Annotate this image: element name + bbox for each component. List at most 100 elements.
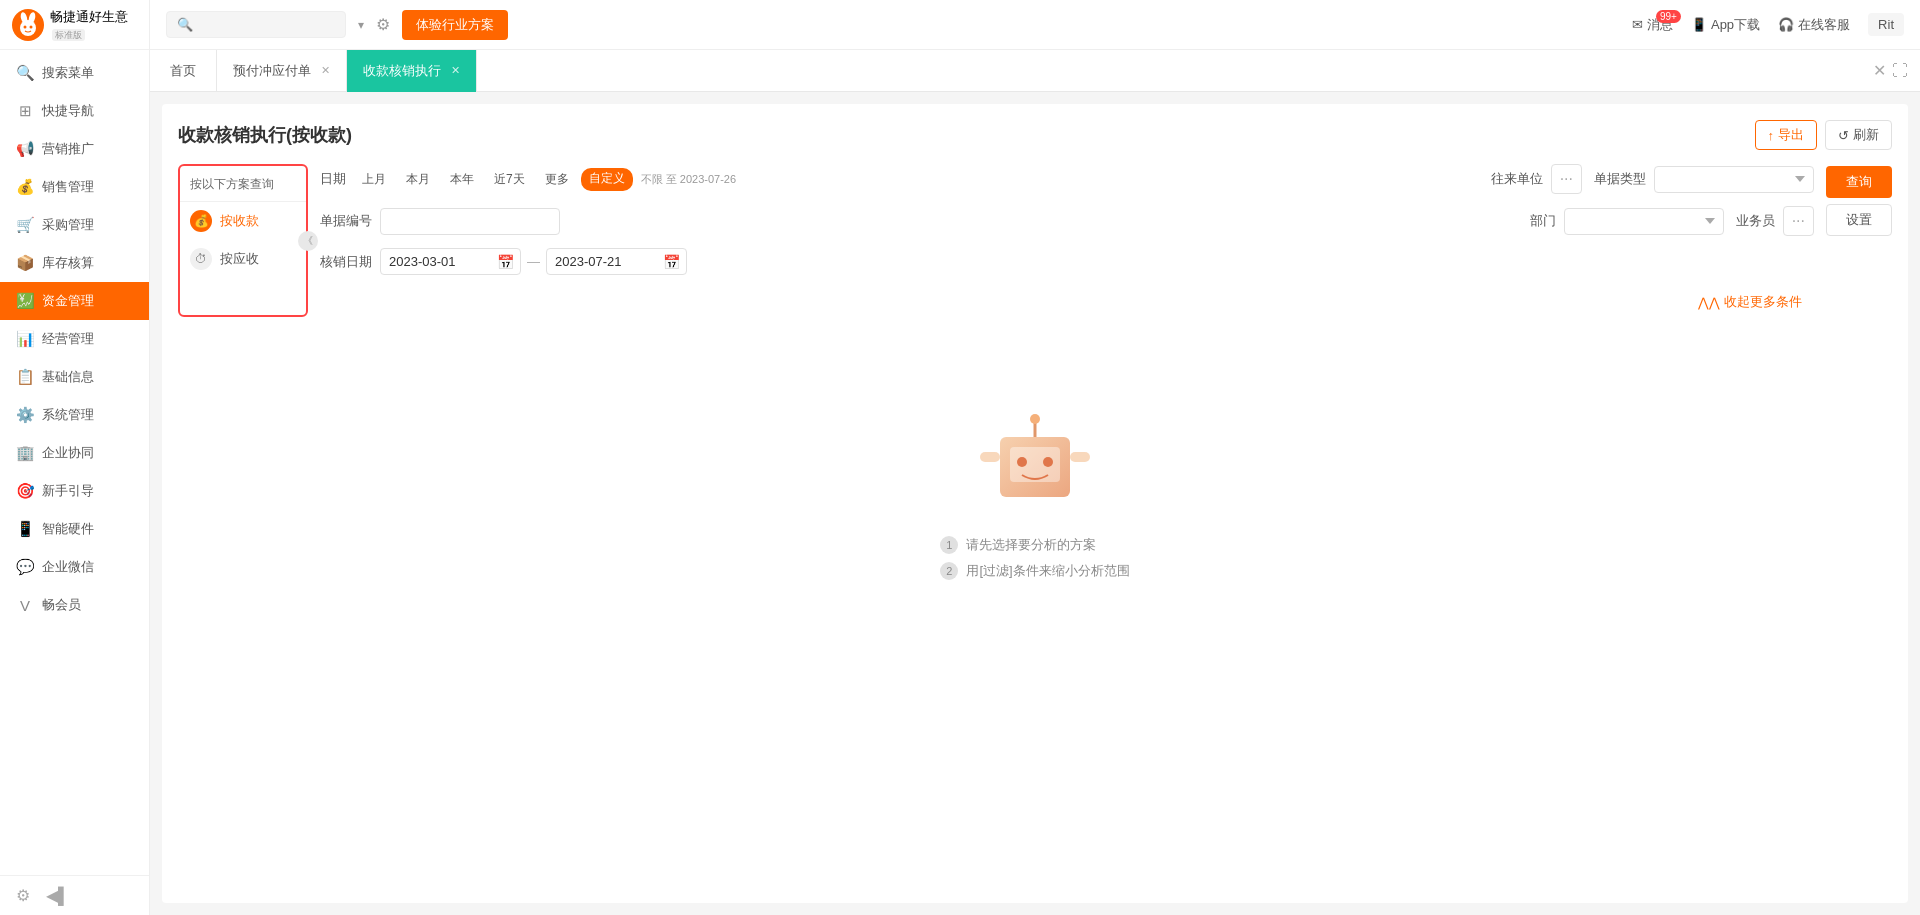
sidebar-item-guide[interactable]: 🎯 新手引导 [0, 472, 149, 510]
employee-label: 业务员 [1736, 212, 1775, 230]
date-tab-last-month[interactable]: 上月 [354, 168, 394, 191]
empty-tips: 1 请先选择要分析的方案 2 用[过滤]条件来缩小分析范围 [940, 536, 1129, 588]
app-download-button[interactable]: 📱 App下载 [1691, 16, 1760, 34]
topbar-search-box: 🔍 [166, 11, 346, 38]
doc-type-select[interactable] [1654, 166, 1814, 193]
verify-date-end-cal-icon[interactable]: 📅 [657, 250, 686, 274]
empty-tip-2: 2 用[过滤]条件来缩小分析范围 [940, 562, 1129, 580]
settings-bottom-icon[interactable]: ⚙ [16, 886, 30, 905]
refresh-button[interactable]: ↺ 刷新 [1825, 120, 1892, 150]
filter-sidebar-collapse-button[interactable]: 《 [298, 231, 318, 251]
date-tab-this-year[interactable]: 本年 [442, 168, 482, 191]
collection-filter-icon: 💰 [190, 210, 212, 232]
message-icon: ✉ [1632, 17, 1643, 32]
sidebar-item-system[interactable]: ⚙️ 系统管理 [0, 396, 149, 434]
export-button[interactable]: ↑ 导出 [1755, 120, 1818, 150]
sidebar-item-basic[interactable]: 📋 基础信息 [0, 358, 149, 396]
sidebar-item-quick-nav[interactable]: ⊞ 快捷导航 [0, 92, 149, 130]
partner-select-button[interactable]: ··· [1551, 164, 1582, 194]
tab-collection[interactable]: 收款核销执行 ✕ [347, 50, 477, 92]
date-tab-last-7-days[interactable]: 近7天 [486, 168, 533, 191]
verify-date-start-cal-icon[interactable]: 📅 [491, 250, 520, 274]
query-row-3: 核销日期 📅 — [320, 248, 1814, 275]
tab-home[interactable]: 首页 [150, 50, 217, 92]
svg-point-11 [1030, 414, 1040, 424]
collapse-more-icon: ⋀⋀ [1698, 295, 1720, 310]
edition-badge: 标准版 [52, 29, 85, 41]
online-service-button[interactable]: 🎧 在线客服 [1778, 16, 1850, 34]
user-menu[interactable]: Rit [1868, 13, 1904, 36]
sidebar-item-wechat[interactable]: 💬 企业微信 [0, 548, 149, 586]
sidebar-label-system: 系统管理 [42, 406, 94, 424]
sidebar-icon-search: 🔍 [16, 64, 34, 82]
date-tab-this-month[interactable]: 本月 [398, 168, 438, 191]
prepay-tab-close-icon[interactable]: ✕ [321, 64, 330, 77]
main-container: 🔍 ▾ ⚙ 体验行业方案 ✉ 消息 99+ 📱 App下载 🎧 在线客服 Rit [150, 0, 1920, 915]
date-tab-more[interactable]: 更多 [537, 168, 577, 191]
settings-button[interactable]: 设置 [1826, 204, 1892, 236]
service-icon: 🎧 [1778, 17, 1794, 32]
collapse-more-button[interactable]: ⋀⋀ 收起更多条件 [1686, 287, 1814, 317]
industry-solution-button[interactable]: 体验行业方案 [402, 10, 508, 40]
collapse-more-label: 收起更多条件 [1724, 293, 1802, 311]
filter-sidebar-title: 按以下方案查询 [180, 176, 306, 202]
sidebar-label-wechat: 企业微信 [42, 558, 94, 576]
collection-filter-label: 按收款 [220, 212, 259, 230]
page-inner: 收款核销执行(按收款) ↑ 导出 ↺ 刷新 按以下方案查询 [162, 104, 1908, 903]
verify-date-start-input[interactable] [381, 249, 491, 274]
dept-field: 部门 [1530, 208, 1724, 235]
page-title: 收款核销执行(按收款) [178, 123, 352, 147]
collapse-sidebar-icon[interactable]: ◀▌ [46, 886, 69, 905]
topbar-gear-icon[interactable]: ⚙ [376, 15, 390, 34]
query-form: 日期 上月 本月 本年 近7天 更多 自定义 不 [320, 164, 1892, 317]
empty-tip-1-text: 请先选择要分析的方案 [966, 536, 1096, 554]
sidebar-item-hardware[interactable]: 📱 智能硬件 [0, 510, 149, 548]
verify-date-end-wrap: 📅 [546, 248, 687, 275]
svg-rect-7 [1010, 447, 1060, 482]
collection-tab-close-icon[interactable]: ✕ [451, 64, 460, 77]
sidebar-item-business[interactable]: 📊 经营管理 [0, 320, 149, 358]
query-button[interactable]: 查询 [1826, 166, 1892, 198]
query-row-2: 单据编号 部门 业务员 [320, 206, 1814, 236]
date-tab-custom[interactable]: 自定义 [581, 168, 633, 191]
filter-option-by-collection[interactable]: 💰 按收款 [180, 202, 306, 240]
sidebar-label-quick-nav: 快捷导航 [42, 102, 94, 120]
sidebar-item-enterprise[interactable]: 🏢 企业协同 [0, 434, 149, 472]
sidebar-label-inventory: 库存核算 [42, 254, 94, 272]
date-field: 日期 上月 本月 本年 近7天 更多 自定义 不 [320, 168, 736, 191]
sidebar-item-inventory[interactable]: 📦 库存核算 [0, 244, 149, 282]
sidebar-item-search[interactable]: 🔍 搜索菜单 [0, 54, 149, 92]
filter-area: 按以下方案查询 💰 按收款 ⏱ 按应收 《 [178, 164, 1892, 317]
tab-prepay[interactable]: 预付冲应付单 ✕ [217, 50, 347, 92]
svg-point-4 [24, 25, 27, 28]
sidebar-label-business: 经营管理 [42, 330, 94, 348]
sidebar: 畅捷通好生意 标准版 🔍 搜索菜单 ⊞ 快捷导航 📢 营销推广 💰 销售管理 🛒… [0, 0, 150, 915]
verify-date-end-input[interactable] [547, 249, 657, 274]
sidebar-icon-member: V [16, 596, 34, 614]
sidebar-item-member[interactable]: V 畅会员 [0, 586, 149, 624]
home-tab-label: 首页 [170, 62, 196, 80]
tab-close-all-icon[interactable]: ✕ [1873, 61, 1886, 80]
sidebar-icon-business: 📊 [16, 330, 34, 348]
topbar-chevron-icon[interactable]: ▾ [358, 18, 364, 32]
sidebar-item-finance[interactable]: 💹 资金管理 [0, 282, 149, 320]
sidebar-menu: 🔍 搜索菜单 ⊞ 快捷导航 📢 营销推广 💰 销售管理 🛒 采购管理 📦 库存核… [0, 50, 149, 875]
sidebar-item-marketing[interactable]: 📢 营销推广 [0, 130, 149, 168]
empty-illustration [975, 397, 1095, 520]
sidebar-icon-hardware: 📱 [16, 520, 34, 538]
employee-select-button[interactable]: ··· [1783, 206, 1814, 236]
sidebar-item-purchase[interactable]: 🛒 采购管理 [0, 206, 149, 244]
tip-num-1: 1 [940, 536, 958, 554]
tab-maximize-icon[interactable]: ⛶ [1892, 62, 1908, 80]
verify-date-range: 📅 — 📅 [380, 248, 687, 275]
sidebar-label-marketing: 营销推广 [42, 140, 94, 158]
dept-label: 部门 [1530, 212, 1556, 230]
dept-select[interactable] [1564, 208, 1724, 235]
sidebar-item-sales[interactable]: 💰 销售管理 [0, 168, 149, 206]
message-button[interactable]: ✉ 消息 99+ [1632, 16, 1673, 34]
doc-no-input[interactable] [380, 208, 560, 235]
doc-type-field: 单据类型 [1594, 166, 1814, 193]
filter-option-by-receivable[interactable]: ⏱ 按应收 [180, 240, 306, 278]
svg-point-5 [30, 25, 33, 28]
page-content: 收款核销执行(按收款) ↑ 导出 ↺ 刷新 按以下方案查询 [150, 92, 1920, 915]
